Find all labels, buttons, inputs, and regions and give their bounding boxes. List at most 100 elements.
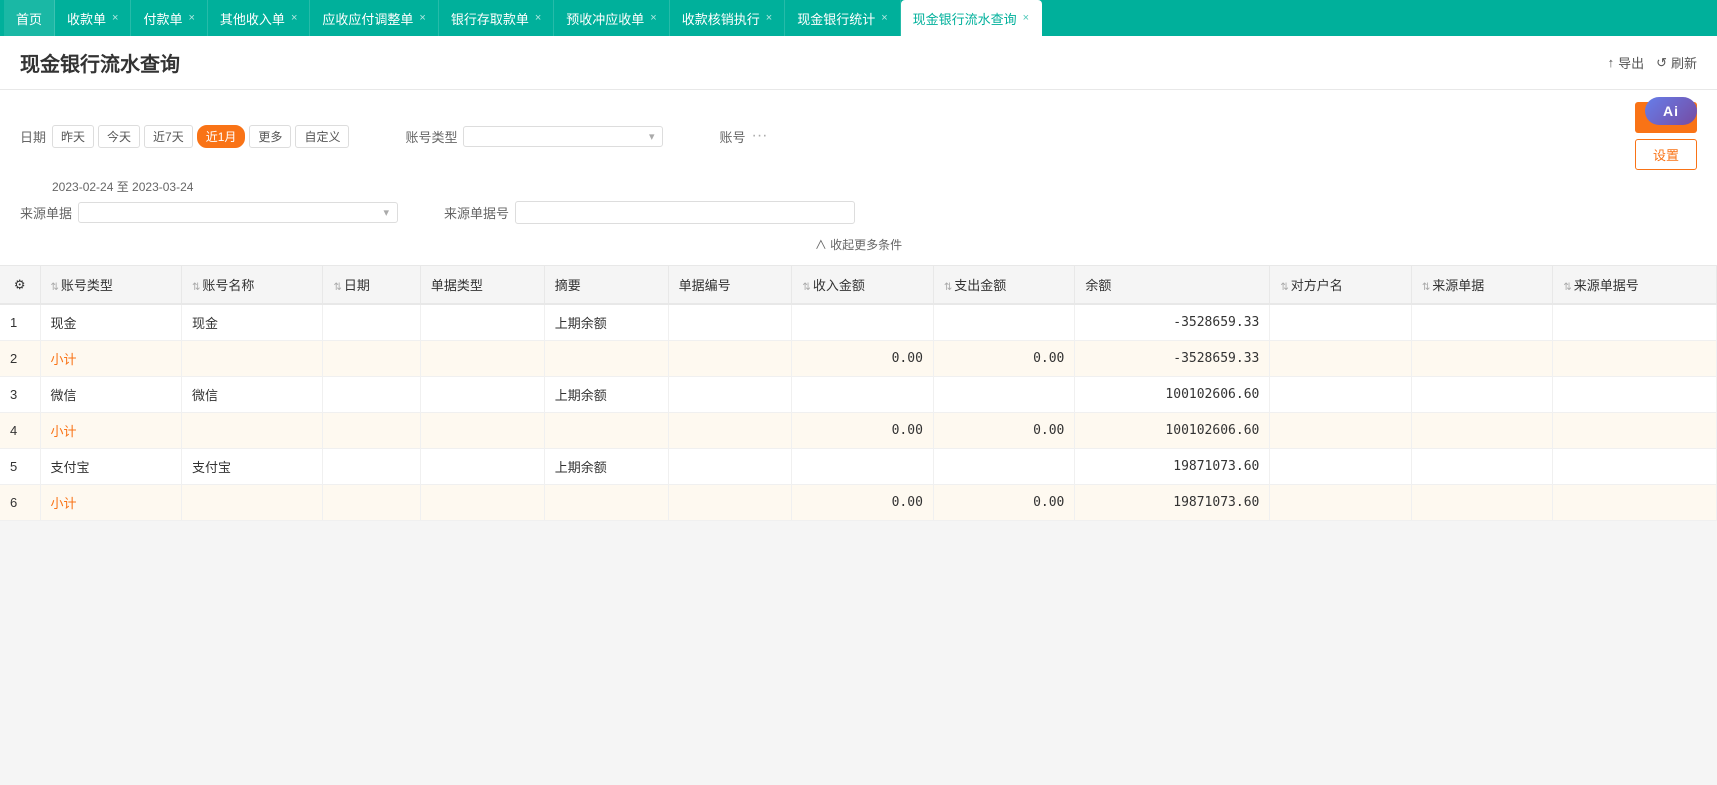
date-shortcuts: 昨天 今天 近7天 近1月 更多 自定义 (52, 125, 349, 148)
nav-item-payment[interactable]: 付款单 × (131, 0, 207, 36)
col-balance: 余额 (1075, 266, 1270, 304)
col-account-type[interactable]: ⇅账号类型 (40, 266, 181, 304)
nav-close-receipt[interactable]: × (112, 12, 118, 24)
table-row: 5支付宝支付宝上期余额19871073.60 (0, 449, 1717, 485)
sort-icon-expense: ⇅ (944, 282, 952, 293)
cell-source-doc (1411, 413, 1552, 449)
cell-account-type: 现金 (40, 304, 181, 341)
cell-expense: 0.00 (933, 413, 1074, 449)
nav-close-other-income[interactable]: × (291, 12, 297, 24)
col-counterpart[interactable]: ⇅对方户名 (1270, 266, 1411, 304)
ai-button[interactable]: Ai (1645, 97, 1697, 125)
col-source-doc-no[interactable]: ⇅来源单据号 (1553, 266, 1717, 304)
cell-doc-type (420, 413, 544, 449)
cell-source-doc-no (1553, 485, 1717, 521)
cell-source-doc-no (1553, 304, 1717, 341)
cell-summary: 上期余额 (544, 304, 668, 341)
table-row: 2小计0.000.00-3528659.33 (0, 341, 1717, 377)
nav-close-payment[interactable]: × (188, 12, 194, 24)
cell-date (323, 413, 420, 449)
nav-label-bank-deposit: 银行存取款单 (451, 9, 529, 28)
export-label: 导出 (1618, 53, 1644, 72)
source-doc-select[interactable]: ▾ (78, 202, 398, 223)
nav-item-receipt-verify[interactable]: 收款核销执行 × (670, 0, 785, 36)
col-doc-type: 单据类型 (420, 266, 544, 304)
col-gear[interactable]: ⚙ (0, 266, 40, 304)
cell-no: 4 (0, 413, 40, 449)
date-btn-more[interactable]: 更多 (249, 125, 291, 148)
date-btn-7days[interactable]: 近7天 (144, 125, 193, 148)
collapse-bar[interactable]: ∧ 收起更多条件 (20, 232, 1697, 257)
cell-account-type: 小计 (40, 341, 181, 377)
nav-item-ar-ap-adjust[interactable]: 应收应付调整单 × (310, 0, 438, 36)
nav-item-cash-bank-stat[interactable]: 现金银行统计 × (785, 0, 900, 36)
nav-item-other-income[interactable]: 其他收入单 × (208, 0, 310, 36)
settings-button[interactable]: 设置 (1635, 139, 1697, 170)
sort-icon-source-doc-no: ⇅ (1563, 282, 1571, 293)
export-button[interactable]: ↑ 导出 (1608, 53, 1645, 72)
top-nav: 首页 收款单 × 付款单 × 其他收入单 × 应收应付调整单 × 银行存取款单 … (0, 0, 1717, 36)
nav-close-advance-collect[interactable]: × (650, 12, 656, 24)
cell-account-name (181, 341, 322, 377)
account-type-label: 账号类型 (405, 127, 457, 146)
cell-account-name: 微信 (181, 377, 322, 413)
cell-source-doc-no (1553, 377, 1717, 413)
nav-label-cash-bank-flow: 现金银行流水查询 (913, 9, 1017, 28)
cell-income (792, 449, 933, 485)
cell-expense (933, 377, 1074, 413)
nav-label-receipt: 收款单 (67, 9, 106, 28)
cell-no: 3 (0, 377, 40, 413)
cell-date (323, 341, 420, 377)
account-type-select[interactable]: ▾ (463, 126, 663, 147)
cell-no: 6 (0, 485, 40, 521)
date-btn-yesterday[interactable]: 昨天 (52, 125, 94, 148)
col-date[interactable]: ⇅日期 (323, 266, 420, 304)
source-doc-no-input[interactable] (515, 201, 855, 224)
nav-close-bank-deposit[interactable]: × (535, 12, 541, 24)
nav-label-advance-collect: 预收冲应收单 (566, 9, 644, 28)
nav-item-home[interactable]: 首页 (4, 0, 55, 36)
cell-summary (544, 413, 668, 449)
cell-source-doc-no (1553, 341, 1717, 377)
cell-expense: 0.00 (933, 485, 1074, 521)
cell-counterpart (1270, 304, 1411, 341)
cell-date (323, 485, 420, 521)
date-btn-custom[interactable]: 自定义 (295, 125, 349, 148)
cell-doc-no (668, 413, 792, 449)
col-expense[interactable]: ⇅支出金额 (933, 266, 1074, 304)
refresh-button[interactable]: ↺ 刷新 (1656, 53, 1697, 72)
cell-account-name: 现金 (181, 304, 322, 341)
nav-item-advance-collect[interactable]: 预收冲应收单 × (554, 0, 669, 36)
date-btn-today[interactable]: 今天 (98, 125, 140, 148)
nav-item-bank-deposit[interactable]: 银行存取款单 × (439, 0, 554, 36)
cell-account-type: 小计 (40, 485, 181, 521)
nav-close-cash-bank-flow[interactable]: × (1023, 12, 1029, 24)
account-dots[interactable]: ··· (751, 127, 767, 145)
cell-source-doc (1411, 485, 1552, 521)
cell-source-doc (1411, 341, 1552, 377)
source-doc-no-filter: 来源单据号 (444, 201, 855, 224)
nav-close-receipt-verify[interactable]: × (766, 12, 772, 24)
page-header: 现金银行流水查询 ↑ 导出 ↺ 刷新 (0, 36, 1717, 90)
sort-icon-account-type: ⇅ (51, 282, 59, 293)
nav-close-cash-bank-stat[interactable]: × (881, 12, 887, 24)
nav-item-receipt[interactable]: 收款单 × (55, 0, 131, 36)
cell-account-type: 支付宝 (40, 449, 181, 485)
header-actions: ↑ 导出 ↺ 刷新 (1608, 53, 1697, 72)
col-account-name[interactable]: ⇅账号名称 (181, 266, 322, 304)
source-doc-filter: 来源单据 ▾ (20, 202, 398, 223)
collapse-icon: ∧ (815, 238, 827, 252)
cell-no: 2 (0, 341, 40, 377)
date-btn-1month[interactable]: 近1月 (197, 125, 246, 148)
nav-label-ar-ap-adjust: 应收应付调整单 (322, 9, 413, 28)
cell-summary: 上期余额 (544, 377, 668, 413)
nav-close-ar-ap-adjust[interactable]: × (419, 12, 425, 24)
col-source-doc[interactable]: ⇅来源单据 (1411, 266, 1552, 304)
col-income[interactable]: ⇅收入金额 (792, 266, 933, 304)
cell-account-name (181, 485, 322, 521)
nav-item-cash-bank-flow[interactable]: 现金银行流水查询 × (901, 0, 1042, 36)
cell-source-doc (1411, 377, 1552, 413)
gear-icon: ⚙ (14, 277, 26, 292)
data-table: ⚙ ⇅账号类型 ⇅账号名称 ⇅日期 单据类型 摘要 单据编号 ⇅收入金额 (0, 266, 1717, 521)
cell-no: 5 (0, 449, 40, 485)
